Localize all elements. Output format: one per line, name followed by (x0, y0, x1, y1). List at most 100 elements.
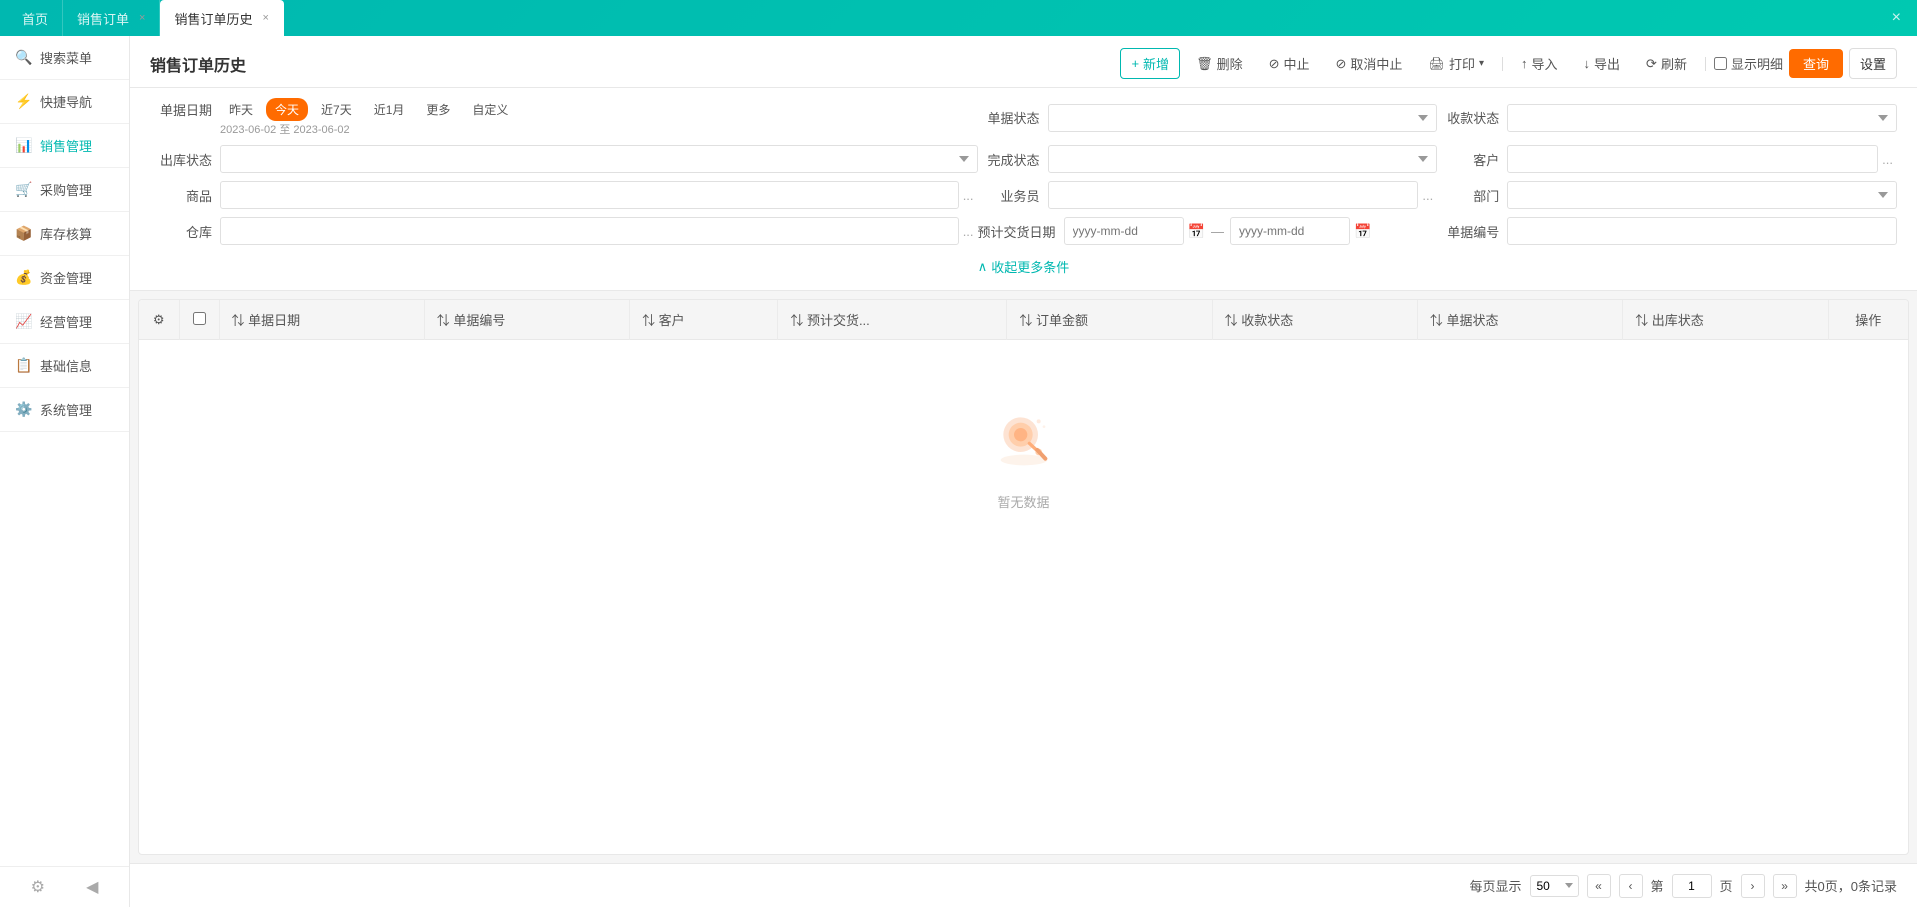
sidebar-item-quick-nav[interactable]: ⚡ 快捷导航 (0, 80, 129, 124)
bill-no-input[interactable] (1507, 217, 1897, 245)
bill-no-label: 单据编号 (1437, 222, 1507, 241)
warehouse-picker-icon[interactable]: ... (959, 224, 978, 239)
th-order-amount[interactable]: ⇅ 订单金额 (1007, 300, 1212, 340)
export-button[interactable]: ↓ 导出 (1574, 49, 1631, 78)
tab-sales-order[interactable]: 销售订单 × (63, 0, 160, 36)
export-icon: ↓ (1584, 56, 1591, 71)
delivery-date-from[interactable] (1064, 217, 1184, 245)
warehouse-input[interactable] (220, 217, 959, 245)
filter-bill-no-item: 单据编号 (1437, 217, 1897, 245)
sidebar-item-inventory[interactable]: 📦 库存核算 (0, 212, 129, 256)
tab-sales-order-history-label: 销售订单历史 (174, 9, 252, 28)
salesperson-input[interactable] (1048, 181, 1419, 209)
filter-customer-item: 客户 ... (1437, 145, 1897, 173)
print-label: 打印 (1449, 54, 1475, 73)
date-tag-1month[interactable]: 近1月 (365, 98, 414, 121)
th-bill-no-label: ⇅ 单据编号 (437, 310, 506, 329)
next-page-btn[interactable]: › (1741, 874, 1765, 898)
th-checkbox[interactable] (179, 300, 219, 340)
query-button[interactable]: 查询 (1789, 49, 1843, 78)
sidebar-item-finance[interactable]: 💰 资金管理 (0, 256, 129, 300)
select-all-checkbox[interactable] (193, 312, 206, 325)
page-header: 销售订单历史 + 新增 🗑 删除 ⊘ 中止 ⊘ 取消中止 (130, 36, 1917, 88)
delivery-date-from-cal-icon[interactable]: 📅 (1188, 223, 1205, 240)
th-delivery-status[interactable]: ⇅ 出库状态 (1623, 300, 1828, 340)
complete-status-select[interactable] (1048, 145, 1438, 173)
salesperson-picker-icon[interactable]: ... (1418, 188, 1437, 203)
sidebar-item-purchase-mgmt[interactable]: 🛒 采购管理 (0, 168, 129, 212)
settings-label: 设置 (1860, 54, 1886, 73)
date-tag-more[interactable]: 更多 (417, 98, 459, 121)
window-close-btn[interactable]: × (1892, 9, 1901, 27)
tab-home[interactable]: 首页 (8, 0, 63, 36)
import-button[interactable]: ↑ 导入 (1511, 49, 1568, 78)
filter-delivery-status-item: 出库状态 (150, 145, 978, 173)
th-settings[interactable]: ⚙ (139, 300, 179, 340)
sidebar-collapse-icon[interactable]: ◀ (86, 877, 98, 897)
delete-button[interactable]: 🗑 删除 (1186, 49, 1253, 78)
operation-icon: 📈 (16, 314, 32, 330)
delivery-date-to[interactable] (1230, 217, 1350, 245)
show-detail-checkbox[interactable] (1714, 57, 1727, 70)
date-tag-custom[interactable]: 自定义 (463, 98, 517, 121)
sidebar: 🔍 搜索菜单 ⚡ 快捷导航 📊 销售管理 🛒 采购管理 📦 库存核算 💰 资金管… (0, 36, 130, 907)
th-bill-no[interactable]: ⇅ 单据编号 (424, 300, 629, 340)
payment-status-select[interactable] (1507, 104, 1897, 132)
product-picker-icon[interactable]: ... (959, 188, 978, 203)
filter-warehouse-item: 仓库 ... (150, 217, 978, 245)
first-page-btn[interactable]: « (1587, 874, 1611, 898)
settings-button[interactable]: 设置 (1849, 48, 1897, 79)
sidebar-item-sys-mgmt[interactable]: ⚙️ 系统管理 (0, 388, 129, 432)
th-delivery-date[interactable]: ⇅ 预计交货... (778, 300, 1007, 340)
filter-delivery-date-item: 预计交货日期 📅 — 📅 (978, 217, 1438, 245)
delivery-status-select[interactable] (220, 145, 978, 173)
salesperson-label: 业务员 (978, 186, 1048, 205)
cancel-stop-button[interactable]: ⊘ 取消中止 (1326, 49, 1413, 78)
th-payment-status[interactable]: ⇅ 收款状态 (1212, 300, 1417, 340)
tab-sales-order-history[interactable]: 销售订单历史 × (160, 0, 283, 36)
toolbar-divider2 (1705, 57, 1706, 71)
delivery-date-to-cal-icon[interactable]: 📅 (1354, 223, 1371, 240)
th-bill-status[interactable]: ⇅ 单据状态 (1417, 300, 1622, 340)
sidebar-item-basic-info[interactable]: 📋 基础信息 (0, 344, 129, 388)
page-number-input[interactable] (1672, 874, 1712, 898)
date-tag-today[interactable]: 今天 (266, 98, 308, 121)
last-page-btn[interactable]: » (1773, 874, 1797, 898)
date-tag-7days[interactable]: 近7天 (312, 98, 361, 121)
table-settings-icon[interactable]: ⚙ (153, 312, 165, 327)
tab-home-label: 首页 (22, 9, 48, 28)
show-detail-checkbox-label[interactable]: 显示明细 (1714, 54, 1783, 73)
warehouse-label: 仓库 (150, 222, 220, 241)
new-label: 新增 (1143, 54, 1169, 73)
sidebar-item-search-menu[interactable]: 🔍 搜索菜单 (0, 36, 129, 80)
th-bill-date[interactable]: ⇅ 单据日期 (219, 300, 424, 340)
search-menu-icon: 🔍 (16, 50, 32, 66)
collapse-more-btn[interactable]: ∧ 收起更多条件 (150, 253, 1897, 280)
date-tag-yesterday[interactable]: 昨天 (220, 98, 262, 121)
prev-page-btn[interactable]: ‹ (1619, 874, 1643, 898)
th-customer[interactable]: ⇅ 客户 (630, 300, 778, 340)
page-suffix: 页 (1720, 876, 1733, 895)
sidebar-item-sales-mgmt[interactable]: 📊 销售管理 (0, 124, 129, 168)
print-button[interactable]: 🖨 打印 ▾ (1418, 49, 1494, 78)
product-input[interactable] (220, 181, 959, 209)
bill-status-select[interactable] (1048, 104, 1438, 132)
department-select[interactable] (1507, 181, 1897, 209)
sidebar-settings-icon[interactable]: ⚙ (31, 877, 45, 897)
basic-info-icon: 📋 (16, 358, 32, 374)
pagination-bar: 每页显示 10 20 50 100 « ‹ 第 页 › » 共0页，0条记录 (130, 863, 1917, 907)
new-button[interactable]: + 新增 (1120, 48, 1180, 79)
tab-sales-order-close[interactable]: × (139, 12, 145, 24)
sidebar-item-operation[interactable]: 📈 经营管理 (0, 300, 129, 344)
tab-sales-order-history-close[interactable]: × (262, 12, 268, 24)
customer-input[interactable] (1507, 145, 1878, 173)
customer-picker-icon[interactable]: ... (1878, 152, 1897, 167)
stop-button[interactable]: ⊘ 中止 (1259, 49, 1320, 78)
delivery-status-label: 出库状态 (150, 150, 220, 169)
refresh-button[interactable]: ⟳ 刷新 (1636, 49, 1697, 78)
filter-payment-status-item: 收款状态 (1437, 104, 1897, 132)
print-dropdown-icon: ▾ (1479, 58, 1484, 69)
empty-state-icon (984, 400, 1064, 480)
per-page-select[interactable]: 10 20 50 100 (1530, 875, 1579, 897)
filter-row-1: 单据日期 昨天 今天 近7天 近1月 更多 自定义 2023-06-02 至 2… (150, 98, 1897, 137)
